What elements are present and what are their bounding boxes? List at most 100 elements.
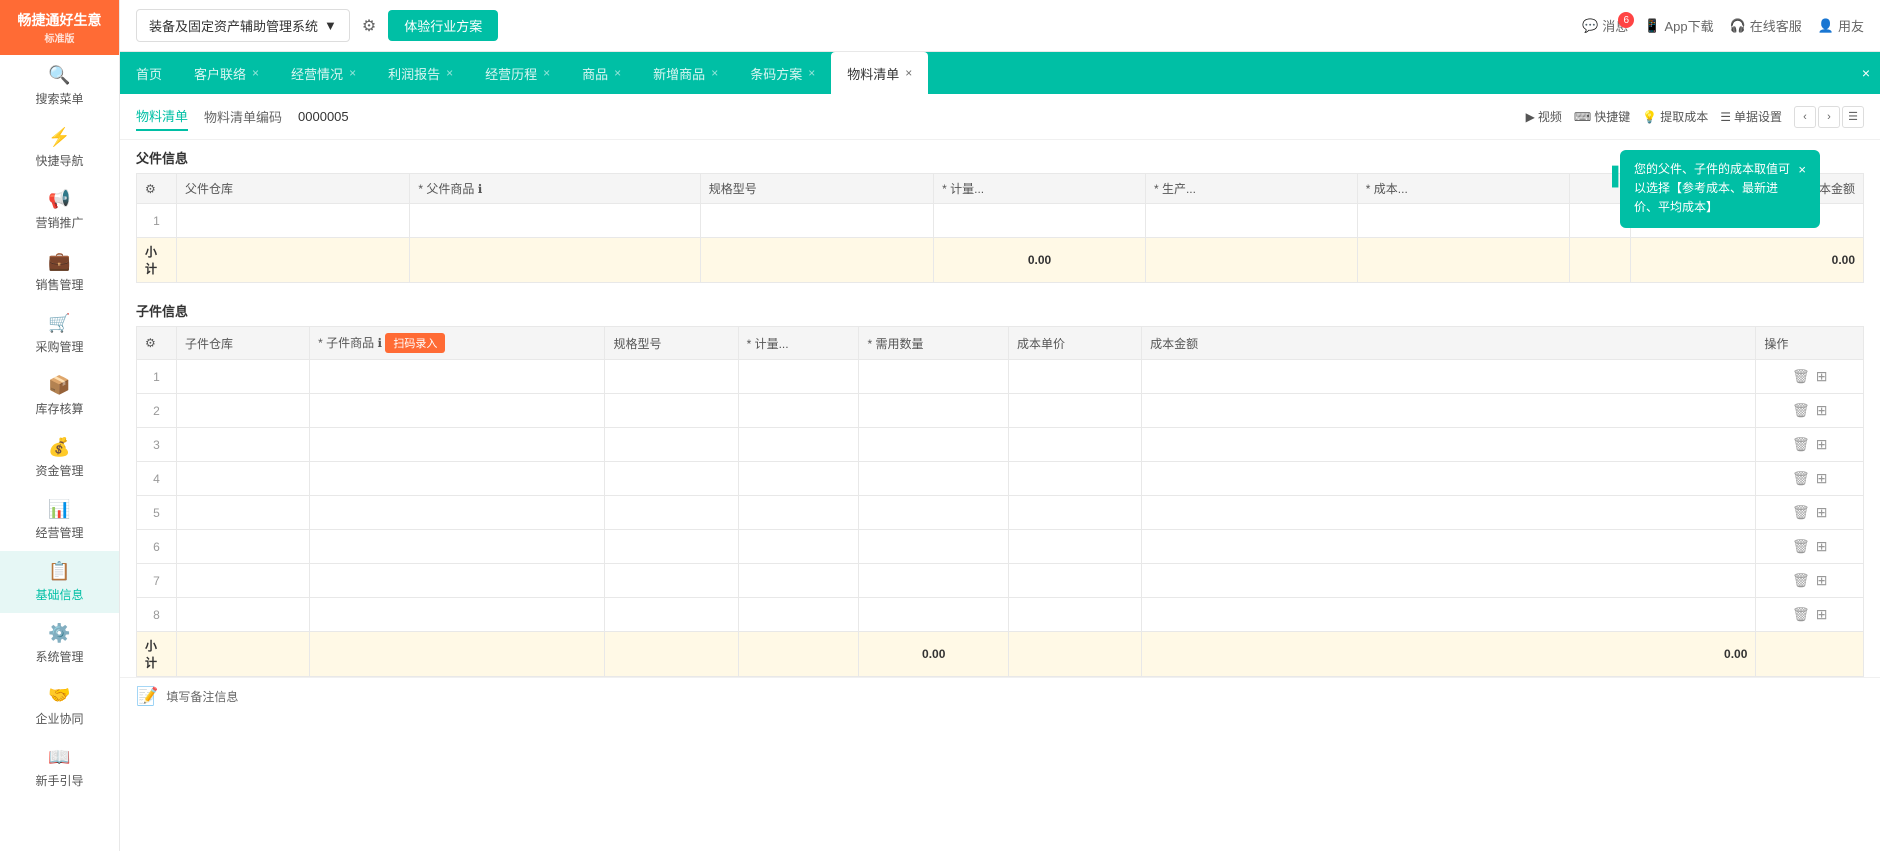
tab-close-icon[interactable]: ×	[808, 66, 815, 80]
child-warehouse-cell[interactable]	[177, 360, 310, 394]
delete-icon[interactable]: 🗑	[1792, 402, 1810, 419]
parent-goods-cell[interactable]	[410, 204, 700, 238]
child-cost-amount-cell[interactable]	[1142, 360, 1756, 394]
child-goods-cell[interactable]	[310, 564, 605, 598]
tab-home[interactable]: 首页	[120, 52, 178, 94]
child-goods-cell[interactable]	[310, 598, 605, 632]
copy-icon[interactable]: ⊞	[1816, 368, 1828, 385]
user-button[interactable]: 👤 用友	[1818, 16, 1864, 35]
child-warehouse-cell[interactable]	[177, 394, 310, 428]
scan-input-button[interactable]: 扫码录入	[385, 333, 445, 353]
child-spec-cell[interactable]	[605, 462, 738, 496]
child-cost-amount-cell[interactable]	[1142, 394, 1756, 428]
delete-icon[interactable]: 🗑	[1792, 368, 1810, 385]
child-cost-amount-cell[interactable]	[1142, 496, 1756, 530]
view-video-button[interactable]: ▶ 视频	[1526, 108, 1562, 125]
copy-icon[interactable]: ⊞	[1816, 538, 1828, 555]
delete-icon[interactable]: 🗑	[1792, 470, 1810, 487]
child-goods-cell[interactable]	[310, 360, 605, 394]
child-col-settings[interactable]: ⚙	[137, 327, 177, 360]
tab-close-icon[interactable]: ×	[446, 66, 453, 80]
tab-close-icon[interactable]: ×	[543, 66, 550, 80]
child-warehouse-cell[interactable]	[177, 428, 310, 462]
tooltip-close-button[interactable]: ×	[1798, 160, 1806, 181]
sidebar-item-inventory[interactable]: 📦 库存核算	[0, 365, 119, 427]
child-spec-cell[interactable]	[605, 564, 738, 598]
child-qty-cell[interactable]	[859, 428, 1009, 462]
child-spec-cell[interactable]	[605, 496, 738, 530]
copy-icon[interactable]: ⊞	[1816, 504, 1828, 521]
child-spec-cell[interactable]	[605, 394, 738, 428]
child-cost-amount-cell[interactable]	[1142, 428, 1756, 462]
child-unit-cell[interactable]	[738, 428, 859, 462]
child-cost-amount-cell[interactable]	[1142, 598, 1756, 632]
experience-btn[interactable]: 体验行业方案	[388, 10, 498, 41]
child-spec-cell[interactable]	[605, 428, 738, 462]
child-goods-cell[interactable]	[310, 428, 605, 462]
child-qty-cell[interactable]	[859, 462, 1009, 496]
child-unit-cost-cell[interactable]	[1008, 496, 1141, 530]
child-unit-cell[interactable]	[738, 496, 859, 530]
child-unit-cost-cell[interactable]	[1008, 360, 1141, 394]
sidebar-item-finance[interactable]: 💰 资金管理	[0, 427, 119, 489]
child-qty-cell[interactable]	[859, 496, 1009, 530]
child-spec-cell[interactable]	[605, 598, 738, 632]
child-unit-cell[interactable]	[738, 394, 859, 428]
tab-barcode[interactable]: 条码方案 ×	[734, 52, 831, 94]
parent-production-cell[interactable]	[1145, 204, 1357, 238]
delete-icon[interactable]: 🗑	[1792, 572, 1810, 589]
child-warehouse-cell[interactable]	[177, 564, 310, 598]
tab-goods[interactable]: 商品 ×	[566, 52, 637, 94]
child-warehouse-cell[interactable]	[177, 530, 310, 564]
delete-icon[interactable]: 🗑	[1792, 606, 1810, 623]
child-unit-cost-cell[interactable]	[1008, 598, 1141, 632]
delete-icon[interactable]: 🗑	[1792, 436, 1810, 453]
app-download-button[interactable]: 📱 App下载	[1644, 16, 1713, 35]
sub-tab-bom-list[interactable]: 物料清单	[136, 102, 188, 131]
child-unit-cell[interactable]	[738, 564, 859, 598]
prev-arrow[interactable]: ‹	[1794, 106, 1816, 128]
child-qty-cell[interactable]	[859, 598, 1009, 632]
child-warehouse-cell[interactable]	[177, 462, 310, 496]
child-warehouse-cell[interactable]	[177, 496, 310, 530]
child-cost-amount-cell[interactable]	[1142, 462, 1756, 496]
sidebar-item-system[interactable]: ⚙️ 系统管理	[0, 613, 119, 675]
copy-icon[interactable]: ⊞	[1816, 402, 1828, 419]
tab-customer[interactable]: 客户联络 ×	[178, 52, 275, 94]
sidebar-item-sales[interactable]: 💼 销售管理	[0, 241, 119, 303]
tab-new-goods[interactable]: 新增商品 ×	[637, 52, 734, 94]
child-unit-cell[interactable]	[738, 360, 859, 394]
tab-close-icon[interactable]: ×	[614, 66, 621, 80]
child-unit-cost-cell[interactable]	[1008, 462, 1141, 496]
parent-warehouse-cell[interactable]	[177, 204, 410, 238]
settings-button[interactable]: ⚙	[362, 16, 376, 36]
copy-icon[interactable]: ⊞	[1816, 572, 1828, 589]
sidebar-item-marketing[interactable]: 📢 营销推广	[0, 179, 119, 241]
menu-arrow[interactable]: ☰	[1842, 106, 1864, 128]
child-unit-cost-cell[interactable]	[1008, 564, 1141, 598]
sidebar-item-operation[interactable]: 📊 经营管理	[0, 489, 119, 551]
sidebar-item-purchase[interactable]: 🛒 采购管理	[0, 303, 119, 365]
child-spec-cell[interactable]	[605, 530, 738, 564]
copy-icon[interactable]: ⊞	[1816, 606, 1828, 623]
child-goods-cell[interactable]	[310, 394, 605, 428]
tab-close-icon[interactable]: ×	[349, 66, 356, 80]
child-qty-cell[interactable]	[859, 530, 1009, 564]
tab-operation[interactable]: 经营情况 ×	[275, 52, 372, 94]
copy-icon[interactable]: ⊞	[1816, 470, 1828, 487]
tab-profit[interactable]: 利润报告 ×	[372, 52, 469, 94]
child-cost-amount-cell[interactable]	[1142, 564, 1756, 598]
child-spec-cell[interactable]	[605, 360, 738, 394]
sub-tab-bom-code[interactable]: 物料清单编码	[204, 103, 282, 130]
child-qty-cell[interactable]	[859, 394, 1009, 428]
sidebar-item-basic[interactable]: 📋 基础信息	[0, 551, 119, 613]
delete-icon[interactable]: 🗑	[1792, 504, 1810, 521]
child-warehouse-cell[interactable]	[177, 598, 310, 632]
sidebar-item-enterprise[interactable]: 🤝 企业协同	[0, 675, 119, 737]
parent-unit-cell[interactable]	[934, 204, 1146, 238]
parent-spec-cell[interactable]	[700, 204, 933, 238]
child-unit-cell[interactable]	[738, 462, 859, 496]
extract-cost-button[interactable]: 💡 提取成本	[1642, 108, 1708, 125]
child-unit-cost-cell[interactable]	[1008, 394, 1141, 428]
copy-icon[interactable]: ⊞	[1816, 436, 1828, 453]
